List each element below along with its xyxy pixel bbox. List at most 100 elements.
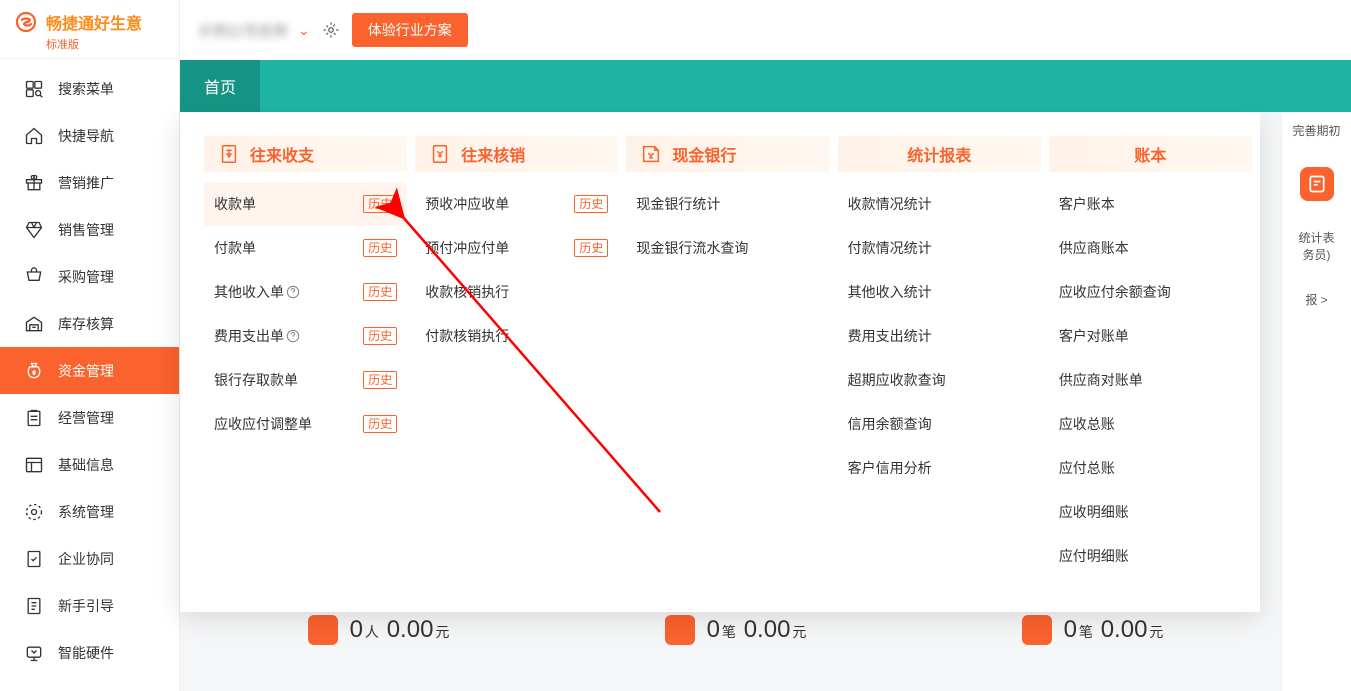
sidebar-item-label: 快捷导航 xyxy=(58,126,114,146)
history-pill[interactable]: 历史 xyxy=(363,327,397,345)
menu-item-ap-detail-ledger[interactable]: 应付明细账 xyxy=(1049,534,1252,578)
menu-item-label: 付款核销执行 xyxy=(425,326,509,346)
menu-item-label: 费用支出单 xyxy=(214,326,284,346)
sidebar-item-marketing[interactable]: 营销推广 xyxy=(0,159,179,206)
menu-item-other-income[interactable]: 其他收入单 历史 xyxy=(204,270,407,314)
sidebar-item-sales[interactable]: 销售管理 xyxy=(0,206,179,253)
stat-count: 0 xyxy=(1064,616,1077,643)
sidebar-item-label: 销售管理 xyxy=(58,220,114,240)
history-pill[interactable]: 历史 xyxy=(574,239,608,257)
menu-item-label: 客户账本 xyxy=(1059,194,1115,214)
stat-amount-unit: 元 xyxy=(435,624,449,640)
sidebar-item-system[interactable]: 系统管理 xyxy=(0,488,179,535)
sidebar-item-operations[interactable]: 经营管理 xyxy=(0,394,179,441)
help-icon[interactable] xyxy=(286,285,300,299)
menu-item-label: 现金银行流水查询 xyxy=(636,238,748,258)
mega-menu: 往来收支 收款单 历史 付款单 历史 其他收入单 历史 费用支出单 历史 银行存… xyxy=(180,112,1260,612)
gutter-text-a[interactable]: 完善期初 xyxy=(1288,122,1344,139)
history-pill[interactable]: 历史 xyxy=(363,415,397,433)
diamond-icon xyxy=(24,220,44,240)
company-selector[interactable]: 示例公司名称 ⌄ xyxy=(198,20,310,41)
history-pill[interactable]: 历史 xyxy=(363,239,397,257)
menu-item-label: 供应商对账单 xyxy=(1059,370,1143,390)
mega-col-header: 统计报表 xyxy=(838,136,1041,172)
menu-item-prerecv-offset[interactable]: 预收冲应收单 历史 xyxy=(415,182,618,226)
menu-item-ar-general-ledger[interactable]: 应收总账 xyxy=(1049,402,1252,446)
sidebar-item-search-menu[interactable]: 搜索菜单 xyxy=(0,65,179,112)
stat-amount-unit: 元 xyxy=(792,624,806,640)
stat-count-unit: 笔 xyxy=(722,624,736,640)
menu-item-expense[interactable]: 费用支出单 历史 xyxy=(204,314,407,358)
menu-item-cash-bank-stats[interactable]: 现金银行统计 xyxy=(626,182,829,226)
sidebar-item-guide[interactable]: 新手引导 xyxy=(0,582,179,629)
menu-item-other-income-stats[interactable]: 其他收入统计 xyxy=(838,270,1041,314)
sidebar-item-label: 搜索菜单 xyxy=(58,79,114,99)
gutter-text-c[interactable]: 报 > xyxy=(1301,291,1331,308)
cta-button[interactable]: 体验行业方案 xyxy=(352,13,468,47)
sidebar-item-label: 经营管理 xyxy=(58,408,114,428)
mega-col-title: 往来收支 xyxy=(250,142,314,166)
menu-item-receipt[interactable]: 收款单 历史 xyxy=(204,182,407,226)
menu-item-expense-stats[interactable]: 费用支出统计 xyxy=(838,314,1041,358)
tab-bar: 首页 xyxy=(180,60,1351,112)
sidebar-item-inventory[interactable]: 库存核算 xyxy=(0,300,179,347)
gear-icon[interactable] xyxy=(322,21,340,39)
mega-col-title: 统计报表 xyxy=(907,142,971,166)
menu-item-bank-transfer[interactable]: 银行存取款单 历史 xyxy=(204,358,407,402)
sidebar-item-quick-nav[interactable]: 快捷导航 xyxy=(0,112,179,159)
topbar: 示例公司名称 ⌄ 体验行业方案 xyxy=(180,0,1351,60)
menu-item-label: 信用余额查询 xyxy=(848,414,932,434)
menu-item-cash-bank-flow[interactable]: 现金银行流水查询 xyxy=(626,226,829,270)
menu-item-customer-statement[interactable]: 客户对账单 xyxy=(1049,314,1252,358)
stat-icon xyxy=(308,615,338,645)
history-pill[interactable]: 历史 xyxy=(363,195,397,213)
menu-item-pay-writeoff-exec[interactable]: 付款核销执行 xyxy=(415,314,618,358)
menu-item-prepay-offset[interactable]: 预付冲应付单 历史 xyxy=(415,226,618,270)
brand-name: 畅捷通好生意 xyxy=(46,10,142,34)
menu-item-recv-writeoff-exec[interactable]: 收款核销执行 xyxy=(415,270,618,314)
stat-count-unit: 笔 xyxy=(1079,624,1093,640)
menu-item-ar-ap-adjust[interactable]: 应收应付调整单 历史 xyxy=(204,402,407,446)
mega-col-title: 账本 xyxy=(1134,142,1166,166)
cart-icon xyxy=(24,267,44,287)
sidebar-item-purchase[interactable]: 采购管理 xyxy=(0,253,179,300)
menu-item-ar-detail-ledger[interactable]: 应收明细账 xyxy=(1049,490,1252,534)
mega-col-ledger: 账本 客户账本 供应商账本 应收应付余额查询 客户对账单 供应商对账单 应收总账… xyxy=(1049,136,1252,588)
menu-item-ap-general-ledger[interactable]: 应付总账 xyxy=(1049,446,1252,490)
menu-item-pay-stats[interactable]: 付款情况统计 xyxy=(838,226,1041,270)
stat-count-unit: 人 xyxy=(365,624,379,640)
stat-amount: 0.00 xyxy=(1101,616,1148,643)
book-money-icon xyxy=(640,143,662,165)
mega-col-header: 往来收支 xyxy=(204,136,407,172)
sidebar-item-label: 智能硬件 xyxy=(58,643,114,663)
menu-item-label: 费用支出统计 xyxy=(848,326,932,346)
report-icon[interactable] xyxy=(1300,167,1334,201)
sidebar-item-funds[interactable]: 资金管理 xyxy=(0,347,179,394)
menu-item-label: 预收冲应收单 xyxy=(425,194,509,214)
sidebar-item-basic-info[interactable]: 基础信息 xyxy=(0,441,179,488)
menu-item-customer-ledger[interactable]: 客户账本 xyxy=(1049,182,1252,226)
gift-icon xyxy=(24,173,44,193)
doc-check-icon xyxy=(24,549,44,569)
receipt-icon xyxy=(218,143,240,165)
history-pill[interactable]: 历史 xyxy=(574,195,608,213)
menu-item-recv-stats[interactable]: 收款情况统计 xyxy=(838,182,1041,226)
help-icon[interactable] xyxy=(286,329,300,343)
history-pill[interactable]: 历史 xyxy=(363,283,397,301)
menu-item-supplier-ledger[interactable]: 供应商账本 xyxy=(1049,226,1252,270)
brand-edition: 标准版 xyxy=(46,36,165,52)
menu-item-credit-balance-query[interactable]: 信用余额查询 xyxy=(838,402,1041,446)
gutter-text-b[interactable]: 统计表务员) xyxy=(1294,229,1338,263)
history-pill[interactable]: 历史 xyxy=(363,371,397,389)
sidebar-item-collab[interactable]: 企业协同 xyxy=(0,535,179,582)
menu-item-label: 应收总账 xyxy=(1059,414,1115,434)
tab-home[interactable]: 首页 xyxy=(180,60,260,112)
menu-item-supplier-statement[interactable]: 供应商对账单 xyxy=(1049,358,1252,402)
mega-col-income-expense: 往来收支 收款单 历史 付款单 历史 其他收入单 历史 费用支出单 历史 银行存… xyxy=(204,136,407,588)
menu-item-payment[interactable]: 付款单 历史 xyxy=(204,226,407,270)
menu-item-customer-credit-analysis[interactable]: 客户信用分析 xyxy=(838,446,1041,490)
menu-item-label: 超期应收款查询 xyxy=(848,370,946,390)
menu-item-overdue-ar-query[interactable]: 超期应收款查询 xyxy=(838,358,1041,402)
sidebar-item-hardware[interactable]: 智能硬件 xyxy=(0,629,179,676)
menu-item-ar-ap-balance-query[interactable]: 应收应付余额查询 xyxy=(1049,270,1252,314)
